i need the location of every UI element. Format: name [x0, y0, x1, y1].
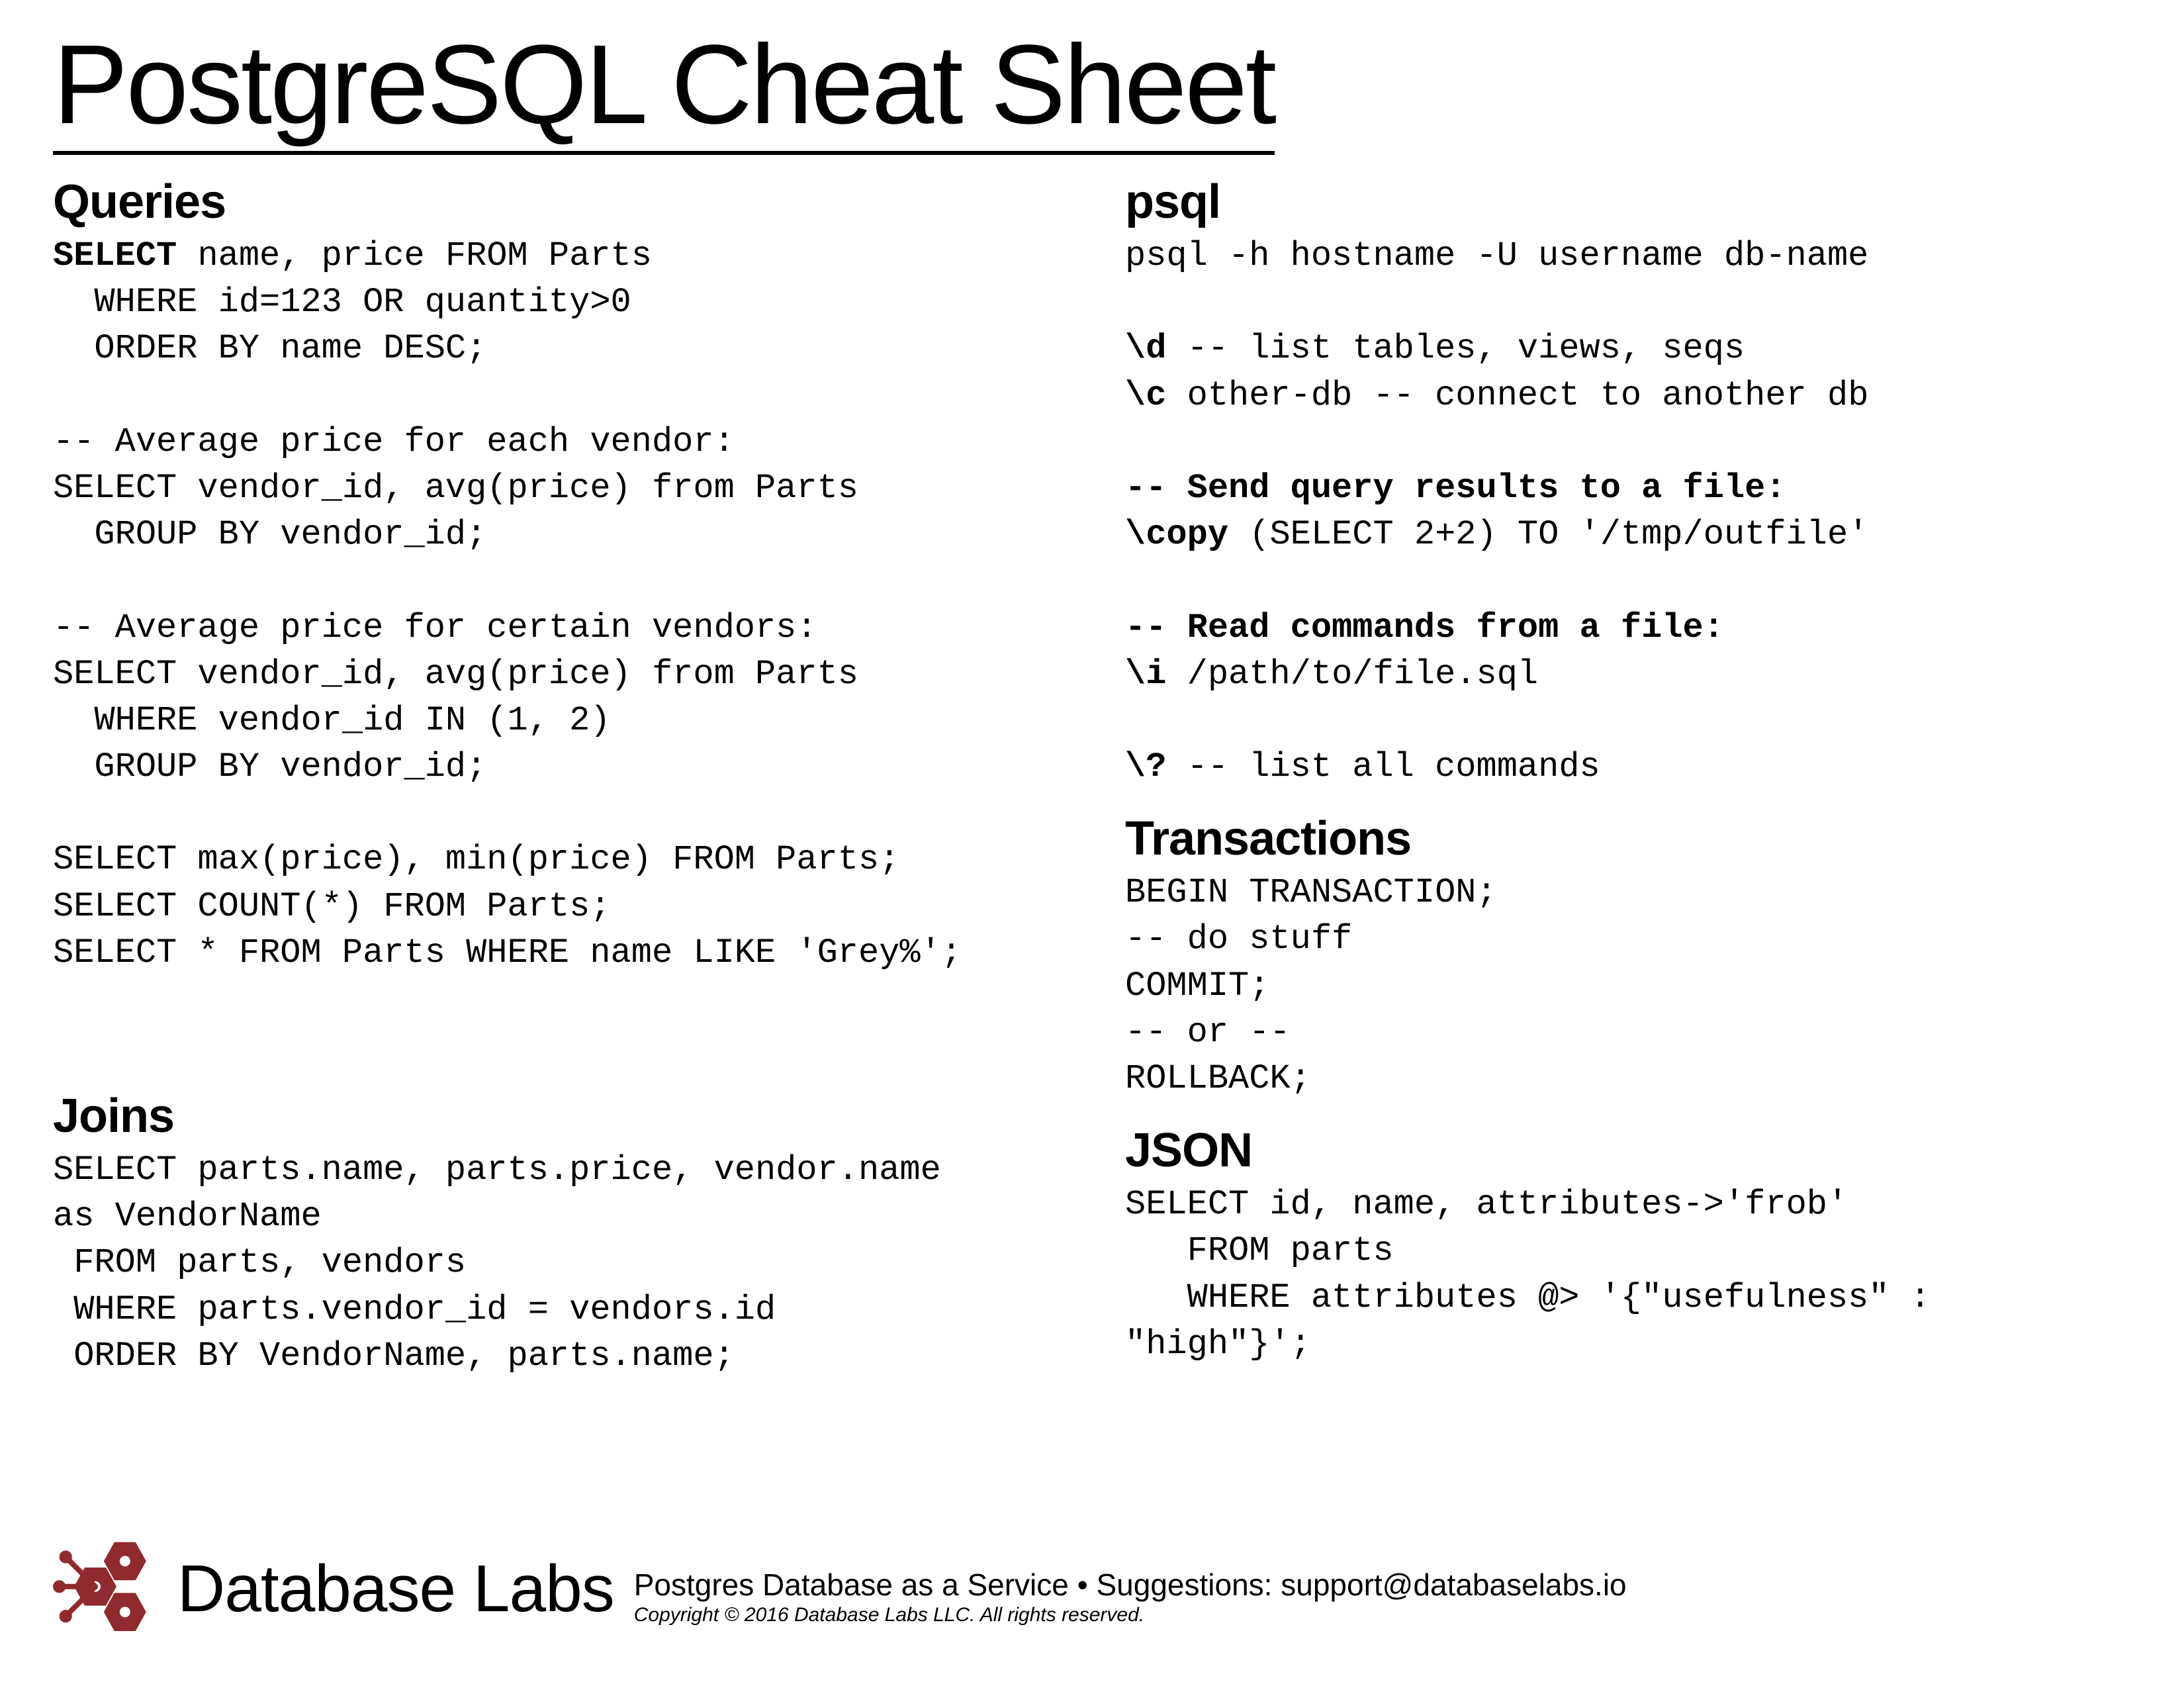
code-line: FROM parts, vendors: [53, 1243, 466, 1282]
database-labs-logo-icon: [53, 1536, 159, 1642]
footer: Database Labs Postgres Database as a Ser…: [53, 1536, 2131, 1642]
heading-transactions: Transactions: [1125, 812, 2131, 866]
code-line: -- Average price for certain vendors:: [53, 608, 817, 647]
code-json: SELECT id, name, attributes->'frob' FROM…: [1125, 1182, 2131, 1368]
code-line: SELECT vendor_id, avg(price) from Parts: [53, 655, 858, 694]
code-line: WHERE vendor_id IN (1, 2): [53, 701, 611, 740]
code-line: psql -h hostname -U username db-name: [1125, 236, 1868, 275]
code-line: -- Send query results to a file:: [1125, 469, 1786, 508]
code-joins: SELECT parts.name, parts.price, vendor.n…: [53, 1147, 1085, 1380]
code-line: SELECT id, name, attributes->'frob': [1125, 1185, 1848, 1224]
footer-meta: Postgres Database as a Service • Suggest…: [634, 1551, 1627, 1626]
code-line: /path/to/file.sql: [1166, 655, 1538, 694]
code-line: SELECT parts.name, parts.price, vendor.n…: [53, 1150, 941, 1190]
psql-cmd: \?: [1125, 747, 1166, 786]
heading-psql: psql: [1125, 175, 2131, 229]
code-line: WHERE attributes @> '{"usefulness" :: [1125, 1278, 1931, 1317]
code-psql: psql -h hostname -U username db-name \d …: [1125, 233, 2131, 790]
code-line: BEGIN TRANSACTION;: [1125, 873, 1497, 912]
code-line: GROUP BY vendor_id;: [53, 747, 486, 786]
code-line: SELECT COUNT(*) FROM Parts;: [53, 887, 611, 926]
code-line: -- do stuff: [1125, 919, 1352, 959]
code-line: GROUP BY vendor_id;: [53, 515, 486, 554]
code-line: SELECT vendor_id, avg(price) from Parts: [53, 469, 858, 508]
code-line: WHERE parts.vendor_id = vendors.id: [53, 1290, 776, 1329]
code-line: SELECT * FROM Parts WHERE name LIKE 'Gre…: [53, 933, 962, 972]
code-line: WHERE id=123 OR quantity>0: [53, 283, 631, 322]
heading-joins: Joins: [53, 1089, 1085, 1143]
psql-cmd: \copy: [1125, 515, 1228, 554]
code-line: name, price FROM Parts: [177, 236, 652, 275]
footer-logo-block: Database Labs: [53, 1536, 614, 1642]
psql-cmd: \d: [1125, 329, 1166, 368]
footer-copyright: Copyright © 2016 Database Labs LLC. All …: [634, 1604, 1627, 1626]
heading-json: JSON: [1125, 1123, 2131, 1178]
code-line: COMMIT;: [1125, 966, 1269, 1006]
code-line: -- list tables, views, seqs: [1166, 329, 1745, 368]
heading-queries: Queries: [53, 175, 1085, 229]
code-transactions: BEGIN TRANSACTION; -- do stuff COMMIT; -…: [1125, 870, 2131, 1102]
code-line: as VendorName: [53, 1197, 322, 1236]
code-queries: SELECT name, price FROM Parts WHERE id=1…: [53, 233, 1085, 976]
code-line: (SELECT 2+2) TO '/tmp/outfile': [1228, 515, 1868, 554]
code-line: -- Read commands from a file:: [1125, 608, 1724, 647]
content-columns: Queries SELECT name, price FROM Parts WH…: [53, 175, 2131, 1380]
kw-select: SELECT: [53, 236, 177, 275]
code-line: ORDER BY VendorName, parts.name;: [53, 1336, 735, 1376]
psql-cmd: \c: [1125, 376, 1166, 415]
page-title: PostgreSQL Cheat Sheet: [53, 20, 1275, 155]
footer-brand: Database Labs: [177, 1551, 614, 1627]
code-line: FROM parts: [1125, 1231, 1394, 1270]
left-column: Queries SELECT name, price FROM Parts WH…: [53, 175, 1085, 1380]
code-line: -- Average price for each vendor:: [53, 422, 735, 461]
code-line: "high"}';: [1125, 1325, 1311, 1364]
code-line: other-db -- connect to another db: [1166, 376, 1868, 415]
code-line: -- or --: [1125, 1013, 1291, 1052]
right-column: psql psql -h hostname -U username db-nam…: [1125, 175, 2131, 1380]
code-line: ORDER BY name DESC;: [53, 329, 486, 368]
code-line: ROLLBACK;: [1125, 1059, 1311, 1098]
code-line: SELECT max(price), min(price) FROM Parts…: [53, 840, 899, 879]
psql-cmd: \i: [1125, 655, 1166, 694]
code-line: -- list all commands: [1166, 747, 1600, 786]
footer-tagline: Postgres Database as a Service • Suggest…: [634, 1567, 1627, 1603]
